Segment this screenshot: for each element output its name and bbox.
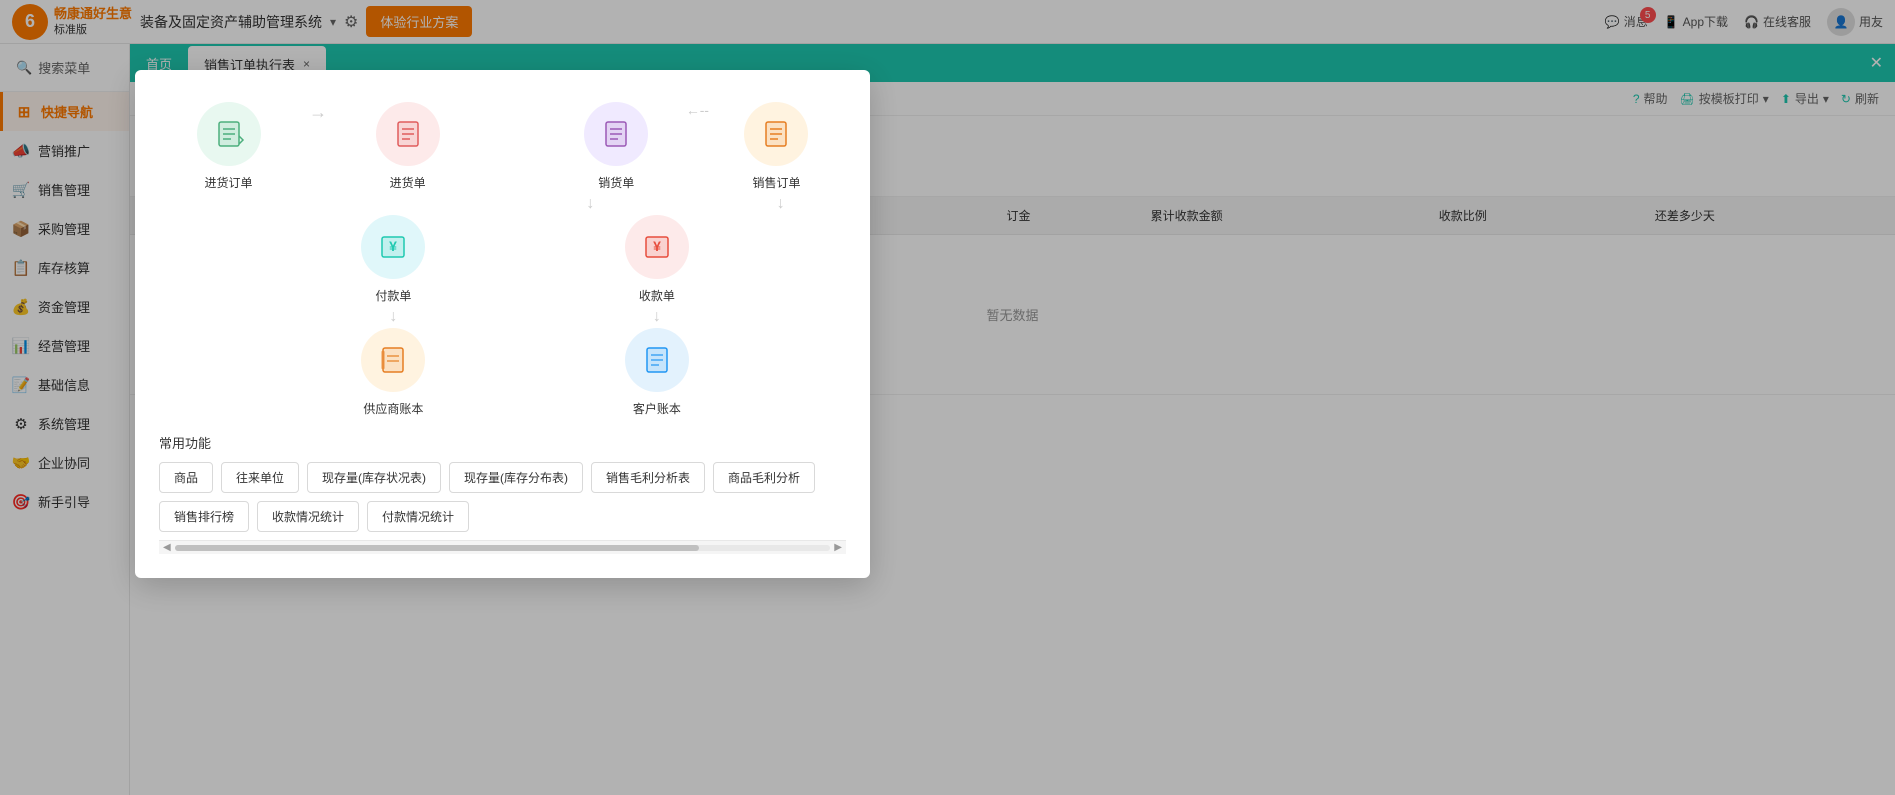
- h-arrow-spacer: [289, 195, 329, 213]
- scroll-bar-area: ◀ ▶: [159, 540, 846, 554]
- arrow-po-to-pb: →: [298, 102, 338, 145]
- purchase-order-icon: [197, 102, 261, 166]
- purchase-order-label: 进货订单: [205, 174, 253, 191]
- scroll-left-arrow[interactable]: ◀: [163, 542, 171, 553]
- flow-node-sales-order[interactable]: 销售订单: [707, 102, 846, 191]
- flow-mid-row: ¥ 付款单 ¥ 收款单: [159, 215, 846, 304]
- flow-top-row: 进货订单 → 进货单: [159, 102, 846, 191]
- common-functions: 常用功能 商品 往来单位 现存量(库存状况表) 现存量(库存分布表) 销售毛利分…: [159, 433, 846, 532]
- cf-btn-product[interactable]: 商品: [159, 462, 213, 493]
- svg-text:¥: ¥: [389, 238, 397, 254]
- cf-btn-stock-dist[interactable]: 现存量(库存分布表): [449, 462, 583, 493]
- sales-order-icon: [744, 102, 808, 166]
- flow-node-receipt[interactable]: ¥ 收款单: [597, 215, 717, 304]
- v-arrow-sb: ↓: [525, 195, 655, 213]
- v-arrow-payment: ↓: [333, 308, 453, 326]
- purchase-bill-label: 进货单: [390, 174, 426, 191]
- cf-btn-product-profit[interactable]: 商品毛利分析: [713, 462, 815, 493]
- scroll-right-arrow[interactable]: ▶: [834, 542, 842, 553]
- flow-node-supplier-ledger[interactable]: 供应商账本: [333, 328, 453, 417]
- cf-btn-stock-status[interactable]: 现存量(库存状况表): [307, 462, 441, 493]
- cf-btn-sales-rank[interactable]: 销售排行榜: [159, 501, 249, 532]
- purchase-bill-icon: [376, 102, 440, 166]
- customer-ledger-label: 客户账本: [633, 400, 681, 417]
- v-arrow-so: ↓: [716, 195, 846, 213]
- scroll-thumb: [175, 545, 699, 551]
- cf-btn-sales-profit[interactable]: 销售毛利分析表: [591, 462, 705, 493]
- scroll-track[interactable]: [175, 545, 831, 551]
- supplier-ledger-icon: [361, 328, 425, 392]
- v-arrow-receipt: ↓: [597, 308, 717, 326]
- cf-btn-payment-stat[interactable]: 付款情况统计: [367, 501, 469, 532]
- flow-spacer-2: [460, 195, 525, 213]
- flow-v-arrows-row1: ↓ ↓ ↓ ↓: [159, 195, 846, 213]
- cf-btn-counterparty[interactable]: 往来单位: [221, 462, 299, 493]
- flow-node-customer-ledger[interactable]: 客户账本: [597, 328, 717, 417]
- v-spacer3: [482, 308, 568, 326]
- flow-node-payment[interactable]: ¥ 付款单: [333, 215, 453, 304]
- cf-btn-receipt-stat[interactable]: 收款情况统计: [257, 501, 359, 532]
- flow-section: 进货订单 → 进货单: [159, 94, 846, 425]
- receipt-icon: ¥: [625, 215, 689, 279]
- v-spacer4: [746, 308, 832, 326]
- flow-v-arrows-row2: ↓ ↓: [159, 308, 846, 326]
- flow-bottom-row: 供应商账本 客户账本: [159, 328, 846, 417]
- flow-node-purchase-order[interactable]: 进货订单: [159, 102, 298, 191]
- cf-row-2: 销售排行榜 收款情况统计 付款情况统计: [159, 501, 846, 532]
- arrow-so-to-sb: ← - -: [686, 102, 707, 140]
- dashed-spacer: [656, 195, 716, 213]
- payment-label: 付款单: [375, 287, 411, 304]
- sales-bill-icon: [584, 102, 648, 166]
- customer-ledger-icon: [625, 328, 689, 392]
- cf-title: 常用功能: [159, 433, 846, 452]
- flow-modal: 进货订单 → 进货单: [135, 70, 870, 578]
- sales-bill-label: 销货单: [598, 174, 634, 191]
- svg-text:¥: ¥: [653, 238, 661, 254]
- v-arrow-spacer2: ↓: [329, 195, 459, 213]
- payment-icon: ¥: [361, 215, 425, 279]
- v-arrow-spacer1: ↓: [159, 195, 289, 213]
- flow-node-sales-bill[interactable]: 销货单: [547, 102, 686, 191]
- sales-order-label: 销售订单: [752, 174, 800, 191]
- supplier-ledger-label: 供应商账本: [363, 400, 423, 417]
- flow-node-purchase-bill[interactable]: 进货单: [338, 102, 477, 191]
- cf-row-1: 商品 往来单位 现存量(库存状况表) 现存量(库存分布表) 销售毛利分析表 商品…: [159, 462, 846, 493]
- receipt-label: 收款单: [639, 287, 675, 304]
